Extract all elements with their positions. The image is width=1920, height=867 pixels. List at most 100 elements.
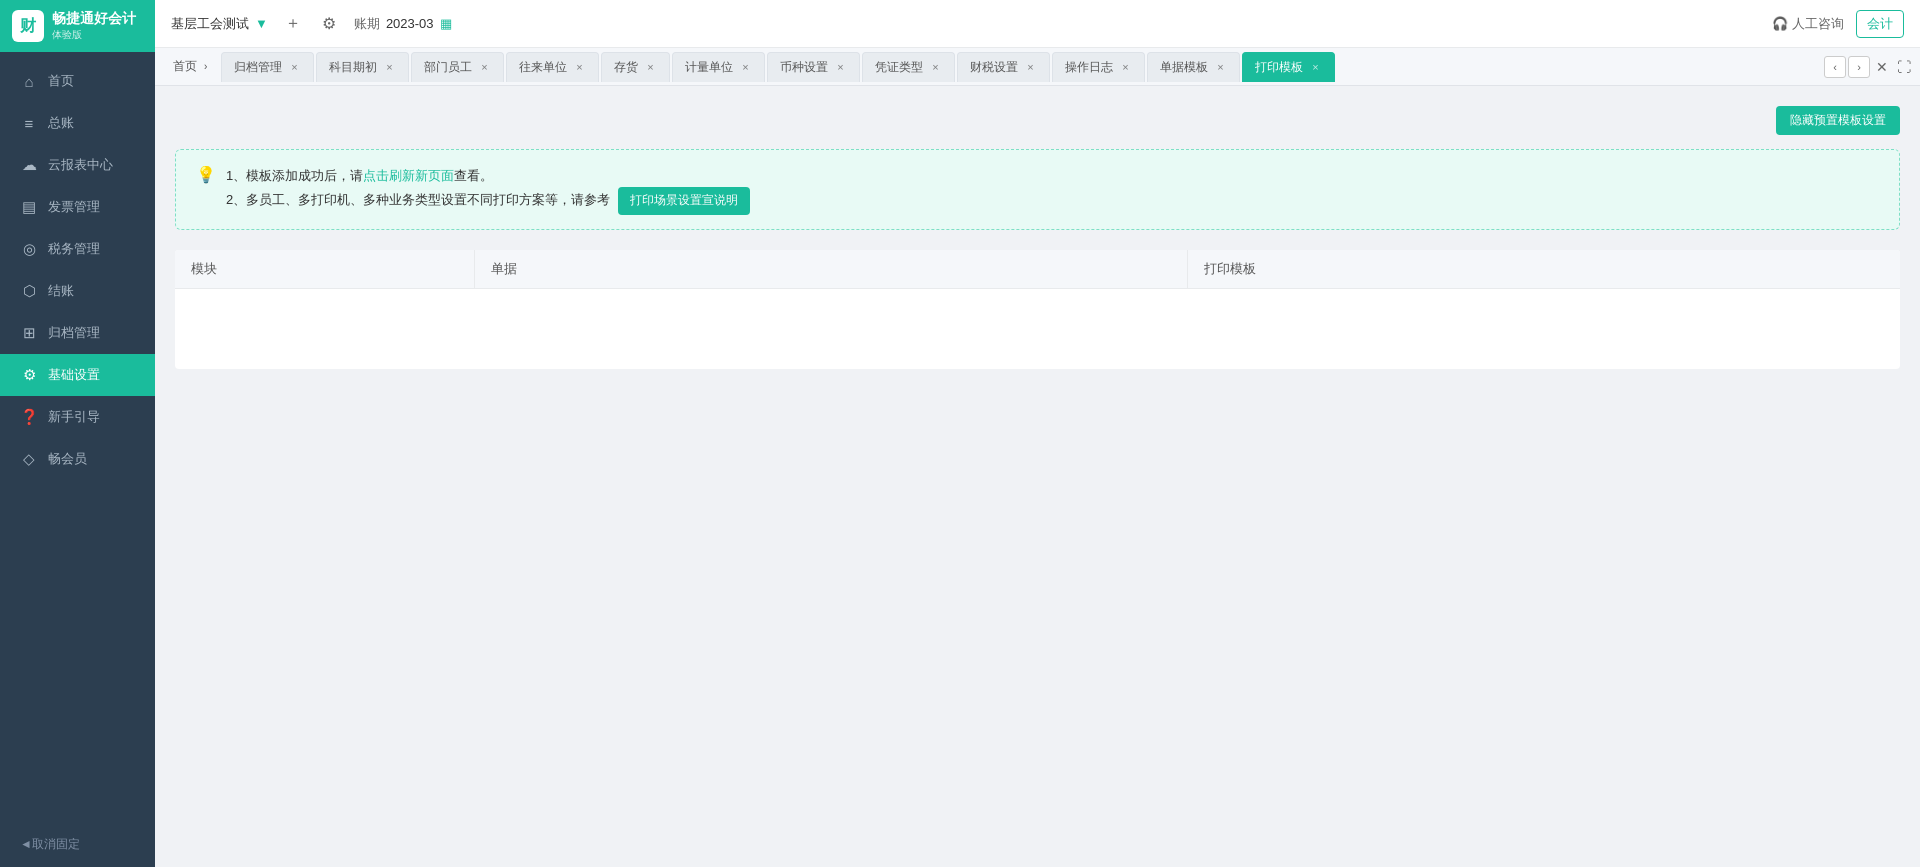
notice-row: 💡 1、模板添加成功后，请点击刷新新页面查看。 2、多员工、多打印机、多种业务类… (196, 164, 1879, 215)
tab-close-finance[interactable]: × (1023, 60, 1037, 74)
hide-template-section: 隐藏预置模板设置 (175, 106, 1900, 135)
notice-text: 1、模板添加成功后，请点击刷新新页面查看。 2、多员工、多打印机、多种业务类型设… (226, 164, 750, 215)
sidebar: 财 畅捷通好会计 体验版 ⌂ 首页 ≡总账☁云报表中心 ▤ 发票管理 ◎ 税务管理 ⬡结账 ⊞ 归… (0, 0, 155, 867)
print-guide-button[interactable]: 打印场景设置宣说明 (618, 187, 750, 215)
col-template: 打印模板 (1188, 250, 1901, 288)
tab-label-archive: 归档管理 (234, 59, 282, 76)
sidebar-item-guide[interactable]: ❓ 新手引导 (0, 396, 155, 438)
sidebar-icon-ledger: ≡ (20, 115, 38, 132)
tab-unit[interactable]: 计量单位 × (672, 52, 765, 82)
tab-label-print: 打印模板 (1255, 59, 1303, 76)
unpin-button[interactable]: ◄取消固定 (0, 822, 155, 867)
topbar: 基层工会测试 ▼ ＋ ⚙ 账期 2023-03 ▦ 🎧 人工咨询 会计 (155, 0, 1920, 48)
sidebar-item-archive[interactable]: ⊞ 归档管理 (0, 312, 155, 354)
tab-close-currency[interactable]: × (833, 60, 847, 74)
tab-currency[interactable]: 币种设置 × (767, 52, 860, 82)
tab-partner[interactable]: 往来单位 × (506, 52, 599, 82)
table-header: 模块 单据 打印模板 (175, 250, 1900, 289)
sidebar-icon-member: ◇ (20, 450, 38, 468)
sidebar-item-member[interactable]: ◇ 畅会员 (0, 438, 155, 480)
tab-close-print[interactable]: × (1308, 60, 1322, 74)
tab-home[interactable]: 首页› (161, 52, 219, 82)
sidebar-item-reports[interactable]: ☁云报表中心 (0, 144, 155, 186)
sidebar-item-closing[interactable]: ⬡结账 (0, 270, 155, 312)
close-all-tabs-button[interactable]: ✕ (1872, 57, 1892, 77)
sidebar-label-guide: 新手引导 (48, 408, 100, 426)
tab-voucher[interactable]: 凭证类型 × (862, 52, 955, 82)
sidebar-nav: ⌂ 首页 ≡总账☁云报表中心 ▤ 发票管理 ◎ 税务管理 ⬡结账 ⊞ 归档管理 ⚙ 基础设置 ❓ 新手引导… (0, 52, 155, 822)
notice-line1-post: 查看。 (454, 168, 493, 183)
sidebar-label-archive: 归档管理 (48, 324, 100, 342)
logo-icon: 财 (12, 10, 44, 42)
tab-close-subject[interactable]: × (382, 60, 396, 74)
sidebar-item-invoice[interactable]: ▤ 发票管理 (0, 186, 155, 228)
sidebar-icon-invoice: ▤ (20, 198, 38, 216)
tab-close-oplog[interactable]: × (1118, 60, 1132, 74)
sidebar-label-reports: 云报表中心 (48, 156, 113, 174)
tab-archive[interactable]: 归档管理 × (221, 52, 314, 82)
bulb-icon: 💡 (196, 165, 216, 184)
tab-label-unit: 计量单位 (685, 59, 733, 76)
notice-box: 💡 1、模板添加成功后，请点击刷新新页面查看。 2、多员工、多打印机、多种业务类… (175, 149, 1900, 230)
refresh-link[interactable]: 点击刷新新页面 (363, 168, 454, 183)
kuaiji-button[interactable]: 会计 (1856, 10, 1904, 38)
period-value: 2023-03 (386, 16, 434, 31)
sidebar-item-ledger[interactable]: ≡总账 (0, 102, 155, 144)
tab-label-finance: 财税设置 (970, 59, 1018, 76)
tab-dept[interactable]: 部门员工 × (411, 52, 504, 82)
tab-close-dept[interactable]: × (477, 60, 491, 74)
sidebar-icon-archive: ⊞ (20, 324, 38, 342)
tab-prev-button[interactable]: ‹ (1824, 56, 1846, 78)
tab-subject[interactable]: 科目期初× (316, 52, 409, 82)
tab-close-receipt[interactable]: × (1213, 60, 1227, 74)
sidebar-label-home: 首页 (48, 72, 74, 90)
sidebar-icon-guide: ❓ (20, 408, 38, 426)
settings-button[interactable]: ⚙ (316, 11, 342, 37)
tab-oplog[interactable]: 操作日志 × (1052, 52, 1145, 82)
sidebar-icon-home: ⌂ (20, 73, 38, 90)
sidebar-item-basic[interactable]: ⚙ 基础设置 (0, 354, 155, 396)
tab-label-currency: 币种设置 (780, 59, 828, 76)
col-receipt: 单据 (475, 250, 1188, 288)
hide-template-button[interactable]: 隐藏预置模板设置 (1776, 106, 1900, 135)
sidebar-icon-closing: ⬡ (20, 282, 38, 300)
sidebar-label-basic: 基础设置 (48, 366, 100, 384)
period-label: 账期 (354, 15, 380, 33)
tab-label-dept: 部门员工 (424, 59, 472, 76)
tab-label-partner: 往来单位 (519, 59, 567, 76)
tab-finance[interactable]: 财税设置 × (957, 52, 1050, 82)
tabbar: 首页›归档管理×科目期初×部门员工×往来单位×存货×计量单位×币种设置×凭证类型… (155, 48, 1920, 86)
topbar-right: 🎧 人工咨询 会计 (1772, 10, 1904, 38)
expand-button[interactable]: ⛶ (1894, 57, 1914, 77)
sidebar-label-tax: 税务管理 (48, 240, 100, 258)
tab-next-button[interactable]: › (1848, 56, 1870, 78)
tab-close-inventory[interactable]: × (643, 60, 657, 74)
add-tab-button[interactable]: ＋ (280, 11, 306, 37)
help-button[interactable]: 🎧 人工咨询 (1772, 15, 1844, 33)
tab-close-unit[interactable]: × (738, 60, 752, 74)
sidebar-item-tax[interactable]: ◎ 税务管理 (0, 228, 155, 270)
tab-label-oplog: 操作日志 (1065, 59, 1113, 76)
tab-print[interactable]: 打印模板 × (1242, 52, 1335, 82)
sidebar-icon-tax: ◎ (20, 240, 38, 258)
period-selector: 账期 2023-03 ▦ (354, 15, 452, 33)
tab-close-archive[interactable]: × (287, 60, 301, 74)
calendar-icon[interactable]: ▦ (440, 16, 452, 31)
tabbar-nav: ‹ › ✕ ⛶ (1824, 56, 1914, 78)
sidebar-item-home[interactable]: ⌂ 首页 (0, 60, 155, 102)
sidebar-label-invoice: 发票管理 (48, 198, 100, 216)
tab-close-voucher[interactable]: × (928, 60, 942, 74)
tab-close-partner[interactable]: × (572, 60, 586, 74)
tab-receipt[interactable]: 单据模板× (1147, 52, 1240, 82)
logo-sub: 体验版 (52, 28, 136, 42)
col-module: 模块 (175, 250, 475, 288)
tab-inventory[interactable]: 存货 × (601, 52, 670, 82)
logo-text: 畅捷通好会计 体验版 (52, 10, 136, 42)
tab-label-inventory: 存货 (614, 59, 638, 76)
main-area: 基层工会测试 ▼ ＋ ⚙ 账期 2023-03 ▦ 🎧 人工咨询 会计 首页›归… (155, 0, 1920, 867)
dropdown-icon: ▼ (255, 16, 268, 31)
sidebar-label-member: 畅会员 (48, 450, 87, 468)
sidebar-icon-basic: ⚙ (20, 366, 38, 384)
tab-label-voucher: 凭证类型 (875, 59, 923, 76)
company-selector[interactable]: 基层工会测试 ▼ (171, 15, 268, 33)
